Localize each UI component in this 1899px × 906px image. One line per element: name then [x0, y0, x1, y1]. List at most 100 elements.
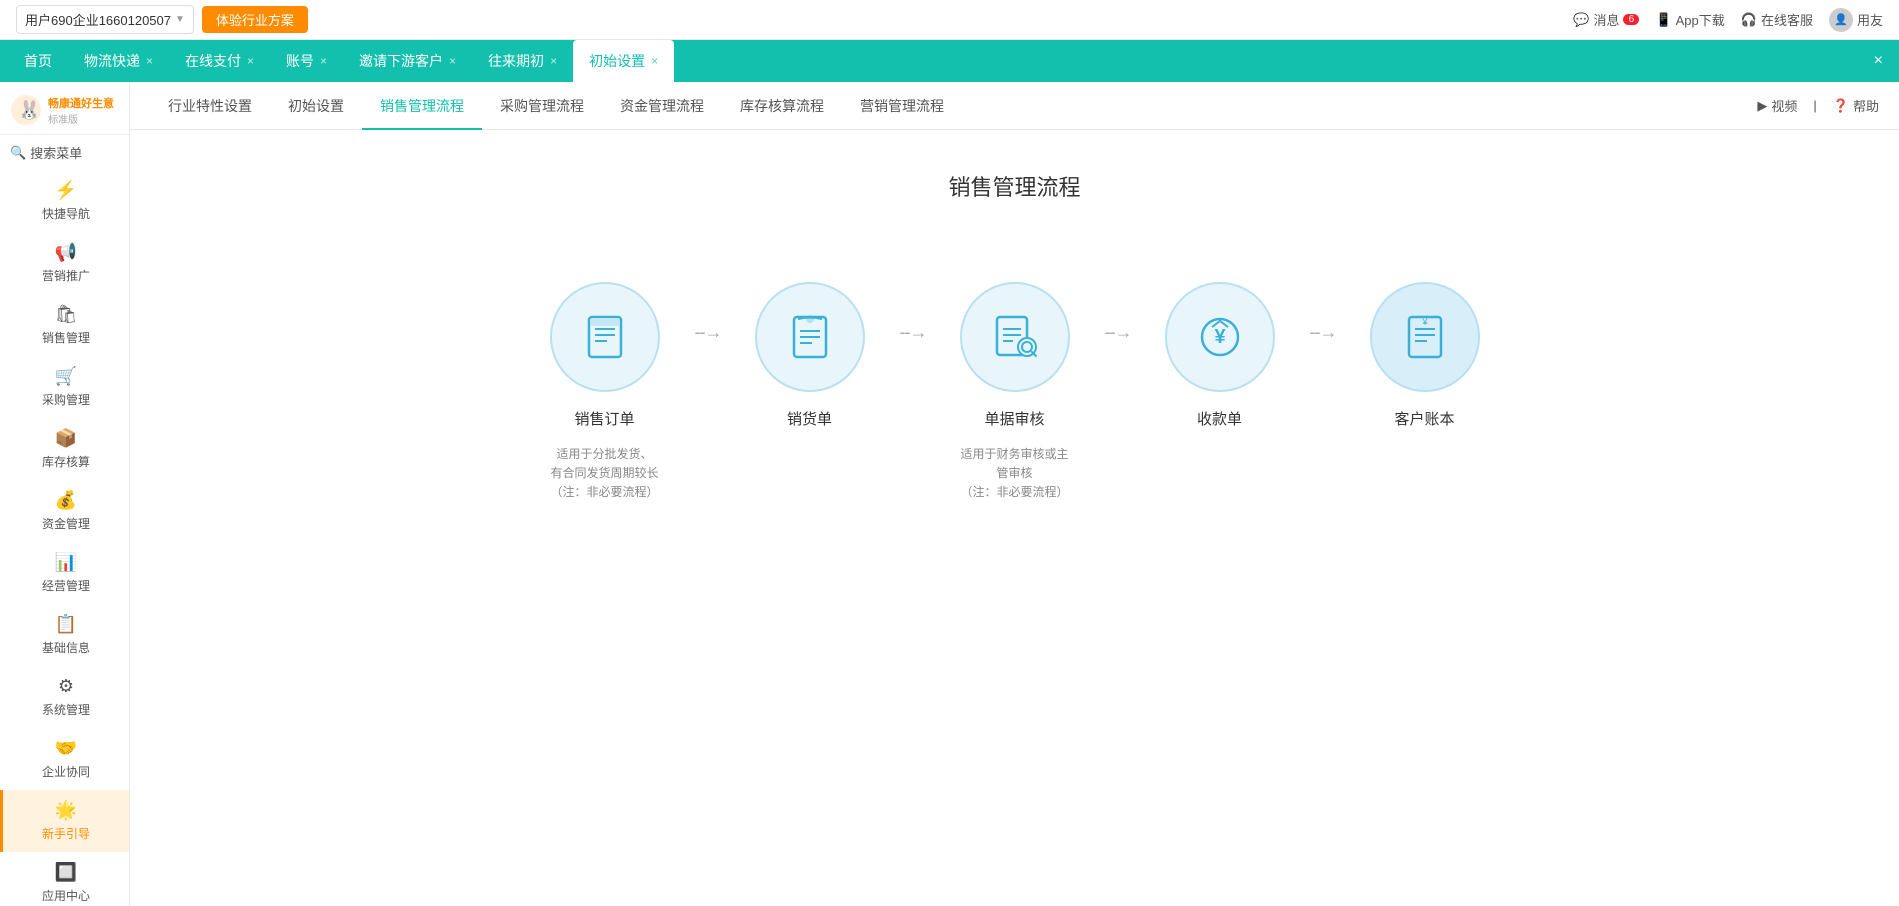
svg-text:🐰: 🐰 — [18, 99, 40, 120]
user-profile-item[interactable]: 👤 用友 — [1829, 8, 1883, 32]
nav-tab-home-label: 首页 — [24, 51, 52, 71]
flow-circle-sales-delivery — [755, 282, 865, 392]
quick-nav-icon: ⚡ — [55, 180, 77, 201]
message-icon: 💬 — [1573, 12, 1589, 28]
arrow-3-icon: - - → — [1105, 322, 1130, 343]
doc-review-icon — [989, 311, 1041, 363]
sub-tabs: 行业特性设置 初始设置 销售管理流程 采购管理流程 资金管理流程 库存核算流程 — [130, 82, 1899, 130]
sidebar-item-marketing-promo[interactable]: 📢 营销推广 — [0, 232, 129, 294]
trial-button[interactable]: 体验行业方案 — [202, 6, 308, 33]
finance-icon: 💰 — [55, 490, 77, 511]
message-item[interactable]: 💬 消息 6 — [1573, 10, 1639, 29]
message-badge: 6 — [1623, 14, 1639, 25]
sidebar-item-finance[interactable]: 💰 资金管理 — [0, 480, 129, 542]
nav-tab-history-close[interactable]: × — [550, 54, 557, 68]
sidebar-item-operations-label: 经营管理 — [42, 577, 90, 594]
user-selector[interactable]: 用户690企业1660120507 ▼ — [16, 5, 194, 34]
sub-tab-purchase-flow[interactable]: 采购管理流程 — [482, 82, 602, 130]
sub-tab-init-settings[interactable]: 初始设置 — [270, 82, 362, 130]
sidebar-item-enterprise-coop-label: 企业协同 — [42, 763, 90, 780]
app-label: App下载 — [1676, 10, 1725, 29]
main-layout: 🐰 畅康通好生意 标准版 🔍 搜索菜单 ⚡ 快捷导航 📢 营销推广 🛍 销售管理… — [0, 82, 1899, 906]
svg-text:¥: ¥ — [1214, 326, 1226, 348]
logo-text: 畅康通好生意 标准版 — [48, 95, 114, 126]
nav-tab-logistics[interactable]: 物流快递 × — [68, 40, 169, 82]
nav-tab-invite-label: 邀请下游客户 — [359, 51, 443, 71]
help-label: 帮助 — [1853, 96, 1879, 115]
nav-tab-account-close[interactable]: × — [320, 54, 327, 68]
operations-icon: 📊 — [55, 552, 77, 573]
sidebar-search[interactable]: 🔍 搜索菜单 — [0, 135, 129, 170]
inventory-icon: 📦 — [55, 428, 77, 449]
sidebar-item-operations[interactable]: 📊 经营管理 — [0, 542, 129, 604]
nav-tab-history[interactable]: 往来期初 × — [472, 40, 573, 82]
nav-tab-logistics-close[interactable]: × — [146, 54, 153, 68]
flow-step-customer-ledger-title: 客户账本 — [1394, 408, 1454, 429]
help-item[interactable]: ❓ 帮助 — [1833, 96, 1879, 115]
flow-diagram: 销售订单 适用于分批发货、有合同发货周期较长（注：非必要流程） - - → — [150, 262, 1879, 523]
sidebar-item-basic-info-label: 基础信息 — [42, 639, 90, 656]
customer-service-item[interactable]: 🎧 在线客服 — [1741, 10, 1813, 29]
sub-tab-inventory-flow[interactable]: 库存核算流程 — [722, 82, 842, 130]
dropdown-arrow-icon: ▼ — [175, 14, 185, 25]
sales-delivery-icon — [784, 311, 836, 363]
nav-tab-invite-close[interactable]: × — [449, 54, 456, 68]
sub-tab-marketing-flow[interactable]: 营销管理流程 — [842, 82, 962, 130]
sub-tab-industry-label: 行业特性设置 — [168, 96, 252, 116]
nav-tab-init-close[interactable]: × — [651, 54, 658, 68]
basic-info-icon: 📋 — [55, 614, 77, 635]
nav-tab-home[interactable]: 首页 — [8, 40, 68, 82]
divider: | — [1813, 98, 1816, 113]
nav-tab-init[interactable]: 初始设置 × — [573, 40, 674, 82]
nav-tab-payment-label: 在线支付 — [185, 51, 241, 71]
sub-tab-finance-flow[interactable]: 资金管理流程 — [602, 82, 722, 130]
nav-tab-init-label: 初始设置 — [589, 51, 645, 71]
sidebar-item-new-guide-label: 新手引导 — [42, 825, 90, 842]
flow-step-receipt: ¥ 收款单 — [1130, 282, 1310, 445]
page-body: 销售管理流程 销售订单 适用于分批发货、有合同 — [130, 130, 1899, 906]
sub-tab-industry[interactable]: 行业特性设置 — [150, 82, 270, 130]
sidebar-item-finance-label: 资金管理 — [42, 515, 90, 532]
sidebar-logo: 🐰 畅康通好生意 标准版 — [0, 82, 129, 135]
app-icon: 📱 — [1655, 12, 1671, 28]
sidebar-item-enterprise-coop[interactable]: 🤝 企业协同 — [0, 728, 129, 790]
app-download-item[interactable]: 📱 App下载 — [1655, 10, 1724, 29]
nav-tab-account[interactable]: 账号 × — [270, 40, 343, 82]
sub-tab-inventory-flow-label: 库存核算流程 — [740, 96, 824, 116]
sidebar-item-new-guide[interactable]: 🌟 新手引导 — [0, 790, 129, 852]
sidebar-item-sys-mgmt[interactable]: ⚙ 系统管理 — [0, 666, 129, 728]
customer-ledger-icon: ¥ — [1399, 311, 1451, 363]
sidebar-item-inventory[interactable]: 📦 库存核算 — [0, 418, 129, 480]
sidebar-item-basic-info[interactable]: 📋 基础信息 — [0, 604, 129, 666]
sub-tab-sales-flow[interactable]: 销售管理流程 — [362, 82, 482, 130]
main-content: 行业特性设置 初始设置 销售管理流程 采购管理流程 资金管理流程 库存核算流程 — [130, 82, 1899, 906]
sidebar-item-marketing-promo-label: 营销推广 — [42, 267, 90, 284]
flow-circle-doc-review — [960, 282, 1070, 392]
purchase-mgmt-icon: 🛒 — [55, 366, 77, 387]
nav-tab-invite[interactable]: 邀请下游客户 × — [343, 40, 472, 82]
sub-tab-purchase-flow-label: 采购管理流程 — [500, 96, 584, 116]
sidebar-item-app-center-label: 应用中心 — [42, 887, 90, 904]
sidebar-item-inventory-label: 库存核算 — [42, 453, 90, 470]
sidebar-item-app-center[interactable]: 🔲 应用中心 — [0, 852, 129, 906]
flow-arrow-4: - - → — [1310, 282, 1335, 343]
nav-close-all-button[interactable]: × — [1866, 52, 1891, 70]
sidebar-item-sales-mgmt[interactable]: 🛍 销售管理 — [0, 294, 129, 356]
search-icon: 🔍 — [10, 145, 26, 161]
sidebar-item-purchase-mgmt[interactable]: 🛒 采购管理 — [0, 356, 129, 418]
flow-circle-receipt: ¥ — [1165, 282, 1275, 392]
flow-step-doc-review-title: 单据审核 — [984, 408, 1044, 429]
sidebar-item-quick-nav[interactable]: ⚡ 快捷导航 — [0, 170, 129, 232]
nav-tab-account-label: 账号 — [286, 51, 314, 71]
flow-circle-customer-ledger: ¥ — [1370, 282, 1480, 392]
page-title: 销售管理流程 — [150, 170, 1879, 202]
flow-arrow-1: - - → — [695, 282, 720, 343]
video-help-item[interactable]: ▶ 视频 — [1757, 96, 1797, 115]
sidebar: 🐰 畅康通好生意 标准版 🔍 搜索菜单 ⚡ 快捷导航 📢 营销推广 🛍 销售管理… — [0, 82, 130, 906]
nav-tab-payment[interactable]: 在线支付 × — [169, 40, 270, 82]
sales-mgmt-icon: 🛍 — [55, 304, 78, 325]
flow-step-doc-review-desc: 适用于财务审核或主管审核（注：非必要流程） — [960, 445, 1068, 503]
top-bar-left: 用户690企业1660120507 ▼ 体验行业方案 — [16, 5, 308, 34]
nav-tab-payment-close[interactable]: × — [247, 54, 254, 68]
top-bar: 用户690企业1660120507 ▼ 体验行业方案 💬 消息 6 📱 App下… — [0, 0, 1899, 40]
